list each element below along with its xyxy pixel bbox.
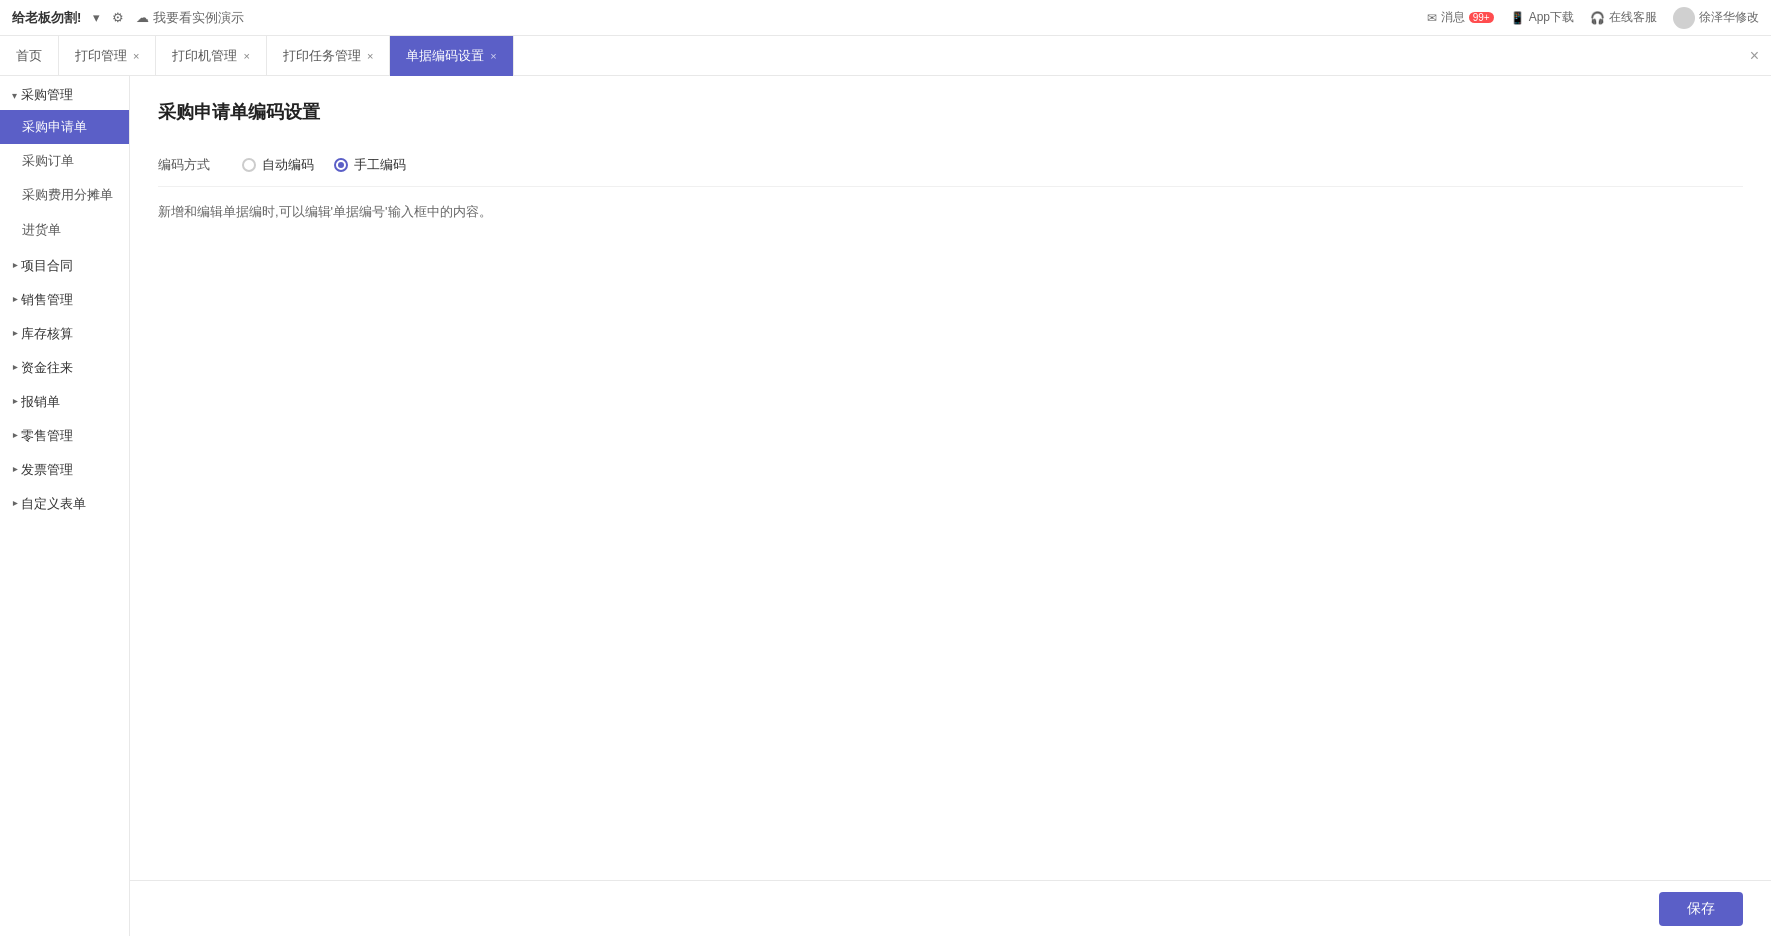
tab-print-task-mgmt-close[interactable]: × (367, 50, 373, 62)
chevron-retail: ▾ (9, 433, 20, 438)
radio-auto-circle (242, 158, 256, 172)
sidebar-group-custom-form[interactable]: ▾ 自定义表单 (0, 485, 129, 519)
content-body: 采购申请单编码设置 编码方式 自动编码 手工编码 (130, 76, 1771, 880)
page-title: 采购申请单编码设置 (158, 100, 1743, 124)
tabbar: 首页 打印管理 × 打印机管理 × 打印任务管理 × 单据编码设置 × × (0, 36, 1771, 76)
sidebar-item-purchase-expense[interactable]: 采购费用分摊单 (0, 178, 129, 212)
demo-cloud-icon: ☁ (136, 10, 149, 25)
chevron-capital: ▾ (9, 365, 20, 370)
sidebar-item-purchase-order-label: 采购订单 (22, 153, 74, 168)
brand-label: 给老板勿割! (12, 9, 81, 27)
content-footer: 保存 (130, 880, 1771, 936)
chevron-custom-form: ▾ (9, 501, 20, 506)
support-label: 在线客服 (1609, 9, 1657, 26)
sidebar-group-purchase-items: 采购申请单 采购订单 采购费用分摊单 进货单 (0, 110, 129, 247)
topbar: 给老板勿割! ▾ ⚙ ☁ 我要看实例演示 ✉ 消息 99+ 📱 App下载 🎧 … (0, 0, 1771, 36)
sidebar-group-custom-form-label: 自定义表单 (21, 495, 86, 513)
sidebar-item-purchase-request-label: 采购申请单 (22, 119, 87, 134)
chevron-inventory: ▾ (9, 331, 20, 336)
radio-manual[interactable]: 手工编码 (334, 156, 406, 174)
tab-single-code-label: 单据编码设置 (406, 47, 484, 65)
topbar-right: ✉ 消息 99+ 📱 App下载 🎧 在线客服 徐泽华修改 (1427, 7, 1759, 29)
message-icon: ✉ (1427, 11, 1437, 25)
sidebar-group-purchase[interactable]: ▾ 采购管理 (0, 76, 129, 110)
radio-manual-label: 手工编码 (354, 156, 406, 174)
dropdown-icon[interactable]: ▾ (93, 10, 100, 25)
sidebar: ▾ 采购管理 采购申请单 采购订单 采购费用分摊单 进货单 ▾ 项目合同 ▾ 销 (0, 76, 130, 936)
hint-text: 新增和编辑单据编时,可以编辑'单据编号'输入框中的内容。 (158, 203, 1743, 221)
sidebar-group-inventory-label: 库存核算 (21, 325, 73, 343)
tab-home-label: 首页 (16, 47, 42, 65)
encoding-label: 编码方式 (158, 156, 218, 174)
radio-manual-circle (334, 158, 348, 172)
support-icon: 🎧 (1590, 11, 1605, 25)
radio-auto[interactable]: 自动编码 (242, 156, 314, 174)
encoding-section: 编码方式 自动编码 手工编码 新增和编辑单据编时,可以编辑'单据编号'输入框中的… (158, 144, 1743, 221)
tab-single-code-close[interactable]: × (490, 50, 496, 62)
sidebar-group-returns-label: 报销单 (21, 393, 60, 411)
sidebar-group-sales[interactable]: ▾ 销售管理 (0, 281, 129, 315)
sidebar-item-purchase-expense-label: 采购费用分摊单 (22, 187, 113, 202)
message-btn[interactable]: ✉ 消息 99+ (1427, 9, 1494, 26)
settings-icon[interactable]: ⚙ (112, 10, 124, 25)
tab-single-code-settings[interactable]: 单据编码设置 × (390, 36, 513, 76)
demo-label: 我要看实例演示 (153, 9, 244, 27)
tab-print-mgmt-close[interactable]: × (133, 50, 139, 62)
app-download-icon: 📱 (1510, 11, 1525, 25)
tab-print-mgmt-label: 打印管理 (75, 47, 127, 65)
online-support-btn[interactable]: 🎧 在线客服 (1590, 9, 1657, 26)
demo-link[interactable]: ☁ 我要看实例演示 (136, 9, 244, 27)
user-profile-btn[interactable]: 徐泽华修改 (1673, 7, 1759, 29)
tab-home[interactable]: 首页 (0, 36, 59, 76)
chevron-purchase: ▾ (12, 90, 17, 101)
sidebar-group-invoice[interactable]: ▾ 发票管理 (0, 451, 129, 485)
sidebar-group-project-contract[interactable]: ▾ 项目合同 (0, 247, 129, 281)
encoding-row: 编码方式 自动编码 手工编码 (158, 144, 1743, 187)
topbar-left: 给老板勿割! ▾ ⚙ ☁ 我要看实例演示 (12, 9, 244, 27)
sidebar-item-purchase-request[interactable]: 采购申请单 (0, 110, 129, 144)
app-download-btn[interactable]: 📱 App下载 (1510, 9, 1574, 26)
tab-printer-mgmt[interactable]: 打印机管理 × (156, 36, 266, 76)
chevron-returns: ▾ (9, 399, 20, 404)
sidebar-item-stock-in[interactable]: 进货单 (0, 213, 129, 247)
chevron-sales: ▾ (9, 297, 20, 302)
save-button[interactable]: 保存 (1659, 892, 1743, 926)
sidebar-group-purchase-label: 采购管理 (21, 86, 73, 104)
content-area: 采购申请单编码设置 编码方式 自动编码 手工编码 (130, 76, 1771, 936)
sidebar-group-sales-label: 销售管理 (21, 291, 73, 309)
sidebar-item-purchase-order[interactable]: 采购订单 (0, 144, 129, 178)
sidebar-group-project-contract-label: 项目合同 (21, 257, 73, 275)
chevron-project-contract: ▾ (9, 263, 20, 268)
sidebar-item-stock-in-label: 进货单 (22, 222, 61, 237)
sidebar-group-capital[interactable]: ▾ 资金往来 (0, 349, 129, 383)
user-name: 徐泽华修改 (1699, 9, 1759, 26)
tab-printer-mgmt-close[interactable]: × (243, 50, 249, 62)
tab-print-task-mgmt-label: 打印任务管理 (283, 47, 361, 65)
chevron-invoice: ▾ (9, 467, 20, 472)
main-layout: ▾ 采购管理 采购申请单 采购订单 采购费用分摊单 进货单 ▾ 项目合同 ▾ 销 (0, 76, 1771, 936)
sidebar-group-retail-label: 零售管理 (21, 427, 73, 445)
sidebar-group-retail[interactable]: ▾ 零售管理 (0, 417, 129, 451)
tab-printer-mgmt-label: 打印机管理 (172, 47, 237, 65)
app-download-label: App下载 (1529, 9, 1574, 26)
close-all-icon[interactable]: × (1750, 47, 1759, 65)
sidebar-group-inventory[interactable]: ▾ 库存核算 (0, 315, 129, 349)
radio-auto-label: 自动编码 (262, 156, 314, 174)
sidebar-group-invoice-label: 发票管理 (21, 461, 73, 479)
message-badge: 99+ (1469, 12, 1494, 23)
sidebar-group-capital-label: 资金往来 (21, 359, 73, 377)
tab-print-mgmt[interactable]: 打印管理 × (59, 36, 156, 76)
tab-print-task-mgmt[interactable]: 打印任务管理 × (267, 36, 390, 76)
radio-group: 自动编码 手工编码 (242, 156, 406, 174)
avatar (1673, 7, 1695, 29)
sidebar-group-returns[interactable]: ▾ 报销单 (0, 383, 129, 417)
message-label: 消息 (1441, 9, 1465, 26)
